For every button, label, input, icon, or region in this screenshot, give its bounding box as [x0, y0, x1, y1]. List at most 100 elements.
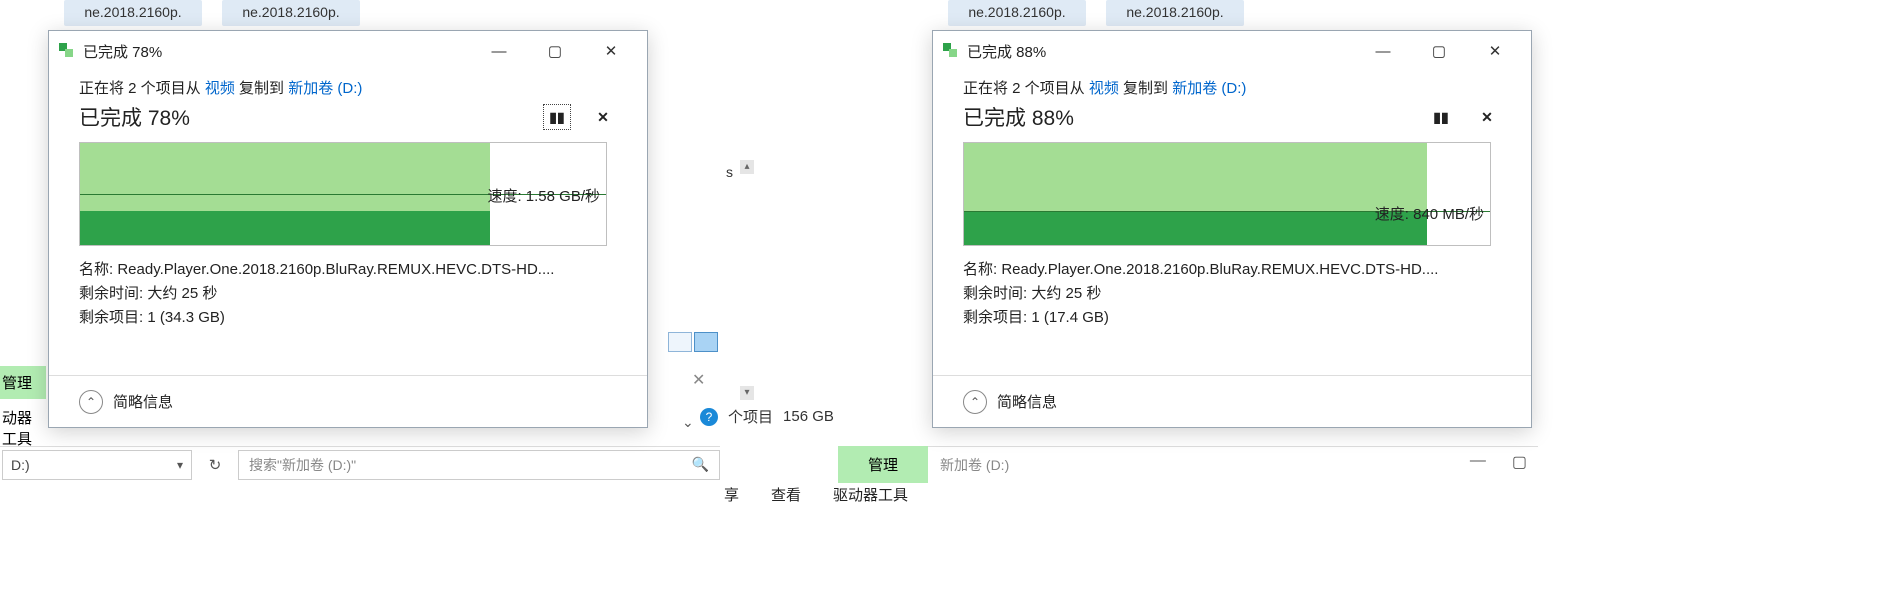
- window-title: 已完成 78%: [83, 41, 162, 62]
- window-buttons-right: — ▢: [1470, 452, 1527, 472]
- speed-label: 速度: 840 MB/秒: [1375, 203, 1484, 224]
- dialog-footer: ⌃ 简略信息: [49, 375, 647, 427]
- detail-value: 大约 25 秒: [147, 285, 217, 302]
- speed-label-text: 速度:: [1375, 206, 1413, 223]
- close-button[interactable]: ✕: [1467, 32, 1523, 70]
- file-tile[interactable]: ne.2018.2160p.: [1106, 0, 1244, 26]
- scrollbar-up-icon[interactable]: ▴: [740, 160, 754, 174]
- chevron-up-icon[interactable]: ⌃: [79, 390, 103, 414]
- explorer-toolbar-right: 管理 新加卷 (D:): [838, 446, 1538, 482]
- search-input[interactable]: 搜索"新加卷 (D:)" 🔍: [238, 450, 720, 480]
- refresh-button[interactable]: ↻: [200, 450, 230, 480]
- speed-label-text: 速度:: [487, 188, 525, 205]
- status-size: 156 GB: [783, 408, 834, 425]
- pause-button[interactable]: ▮▮: [543, 104, 571, 130]
- explorer-address-bar: D:) ▾ ↻ 搜索"新加卷 (D:)" 🔍: [0, 446, 720, 482]
- copy-details: 名称: Ready.Player.One.2018.2160p.BluRay.R…: [963, 258, 1501, 330]
- speed-value: 1.58 GB/秒: [526, 188, 600, 205]
- detail-value: Ready.Player.One.2018.2160p.BluRay.REMUX…: [1001, 261, 1438, 278]
- source-link[interactable]: 视频: [205, 80, 235, 97]
- ribbon-share[interactable]: 享: [724, 484, 739, 505]
- minimize-button[interactable]: —: [471, 32, 527, 70]
- copy-mid: 复制到: [1119, 80, 1172, 97]
- dialog-footer: ⌃ 简略信息: [933, 375, 1531, 427]
- speed-graph: 速度: 840 MB/秒: [963, 142, 1491, 246]
- window-title: 已完成 88%: [967, 41, 1046, 62]
- copy-prefix: 正在将 2 个项目从: [963, 80, 1089, 97]
- path-text: 新加卷 (D:): [940, 455, 1009, 475]
- status-items-label: 个项目: [728, 406, 773, 427]
- drive-label: D:): [11, 457, 30, 473]
- maximize-button[interactable]: ▢: [1411, 32, 1467, 70]
- minimize-button[interactable]: —: [1470, 452, 1486, 472]
- ribbon-tab-manage[interactable]: 管理: [838, 446, 928, 483]
- copy-details: 名称: Ready.Player.One.2018.2160p.BluRay.R…: [79, 258, 617, 330]
- ribbon-view[interactable]: 查看: [771, 484, 801, 505]
- source-link[interactable]: 视频: [1089, 80, 1119, 97]
- pause-button[interactable]: ▮▮: [1427, 104, 1455, 130]
- stray-char: s: [726, 164, 733, 180]
- drive-dropdown[interactable]: D:) ▾: [2, 450, 192, 480]
- chevron-up-icon[interactable]: ⌃: [963, 390, 987, 414]
- maximize-button[interactable]: ▢: [1512, 452, 1527, 472]
- cancel-button[interactable]: ✕: [1473, 104, 1501, 130]
- ribbon-tab-manage[interactable]: 管理: [0, 366, 46, 399]
- view-mode-icons: [668, 332, 718, 352]
- minimize-button[interactable]: —: [1355, 32, 1411, 70]
- detail-value: 1 (34.3 GB): [147, 309, 225, 326]
- search-icon: 🔍: [692, 456, 709, 473]
- cancel-button[interactable]: ✕: [589, 104, 617, 130]
- file-tile[interactable]: ne.2018.2160p.: [222, 0, 360, 26]
- detail-value: Ready.Player.One.2018.2160p.BluRay.REMUX…: [117, 261, 554, 278]
- file-tile[interactable]: ne.2018.2160p.: [64, 0, 202, 26]
- ribbon-right: 享 查看 驱动器工具: [724, 484, 908, 505]
- copy-mid: 复制到: [235, 80, 288, 97]
- explorer-sidebar-fragment: 管理 动器工具: [0, 366, 46, 457]
- dest-link[interactable]: 新加卷 (D:): [1172, 80, 1246, 97]
- copy-icon: [59, 43, 75, 59]
- detail-time: 剩余时间: 大约 25 秒: [963, 282, 1491, 306]
- detail-remaining: 剩余项目: 1 (17.4 GB): [963, 306, 1491, 330]
- detail-value: 1 (17.4 GB): [1031, 309, 1109, 326]
- titlebar[interactable]: 已完成 78% — ▢ ✕: [49, 31, 647, 71]
- toggle-details-button[interactable]: 简略信息: [113, 391, 173, 412]
- scrollbar-down-icon[interactable]: ▾: [740, 386, 754, 400]
- search-placeholder: 搜索"新加卷 (D:)": [249, 455, 356, 475]
- chevron-down-icon: ▾: [177, 458, 183, 472]
- detail-label: 名称:: [79, 261, 117, 278]
- view-details-icon[interactable]: [668, 332, 692, 352]
- detail-name: 名称: Ready.Player.One.2018.2160p.BluRay.R…: [963, 258, 1491, 282]
- speed-label: 速度: 1.58 GB/秒: [487, 185, 600, 206]
- detail-label: 剩余时间:: [79, 285, 147, 302]
- copy-description: 正在将 2 个项目从 视频 复制到 新加卷 (D:): [963, 77, 1501, 98]
- detail-label: 剩余项目:: [963, 309, 1031, 326]
- copy-icon: [943, 43, 959, 59]
- status-bar: ? 个项目 156 GB: [700, 406, 834, 427]
- view-tiles-icon[interactable]: [694, 332, 718, 352]
- speed-graph: 速度: 1.58 GB/秒: [79, 142, 607, 246]
- toggle-details-button[interactable]: 简略信息: [997, 391, 1057, 412]
- detail-label: 名称:: [963, 261, 1001, 278]
- copy-description: 正在将 2 个项目从 视频 复制到 新加卷 (D:): [79, 77, 617, 98]
- detail-name: 名称: Ready.Player.One.2018.2160p.BluRay.R…: [79, 258, 607, 282]
- copy-dialog: 已完成 88% — ▢ ✕ 正在将 2 个项目从 视频 复制到 新加卷 (D:)…: [932, 30, 1532, 428]
- detail-label: 剩余时间:: [963, 285, 1031, 302]
- file-tile[interactable]: ne.2018.2160p.: [948, 0, 1086, 26]
- percent-text: 已完成 88%: [963, 102, 1074, 132]
- close-icon[interactable]: ✕: [692, 370, 705, 390]
- detail-label: 剩余项目:: [79, 309, 147, 326]
- copy-prefix: 正在将 2 个项目从: [79, 80, 205, 97]
- graph-fill-dark: [964, 211, 1427, 245]
- ribbon-tools[interactable]: 驱动器工具: [833, 484, 908, 505]
- help-icon[interactable]: ?: [700, 408, 718, 426]
- chevron-down-icon[interactable]: ⌄: [682, 414, 694, 431]
- close-button[interactable]: ✕: [583, 32, 639, 70]
- speed-value: 840 MB/秒: [1413, 206, 1484, 223]
- detail-value: 大约 25 秒: [1031, 285, 1101, 302]
- maximize-button[interactable]: ▢: [527, 32, 583, 70]
- titlebar[interactable]: 已完成 88% — ▢ ✕: [933, 31, 1531, 71]
- detail-remaining: 剩余项目: 1 (34.3 GB): [79, 306, 607, 330]
- dest-link[interactable]: 新加卷 (D:): [288, 80, 362, 97]
- graph-fill-dark: [80, 211, 490, 245]
- percent-text: 已完成 78%: [79, 102, 190, 132]
